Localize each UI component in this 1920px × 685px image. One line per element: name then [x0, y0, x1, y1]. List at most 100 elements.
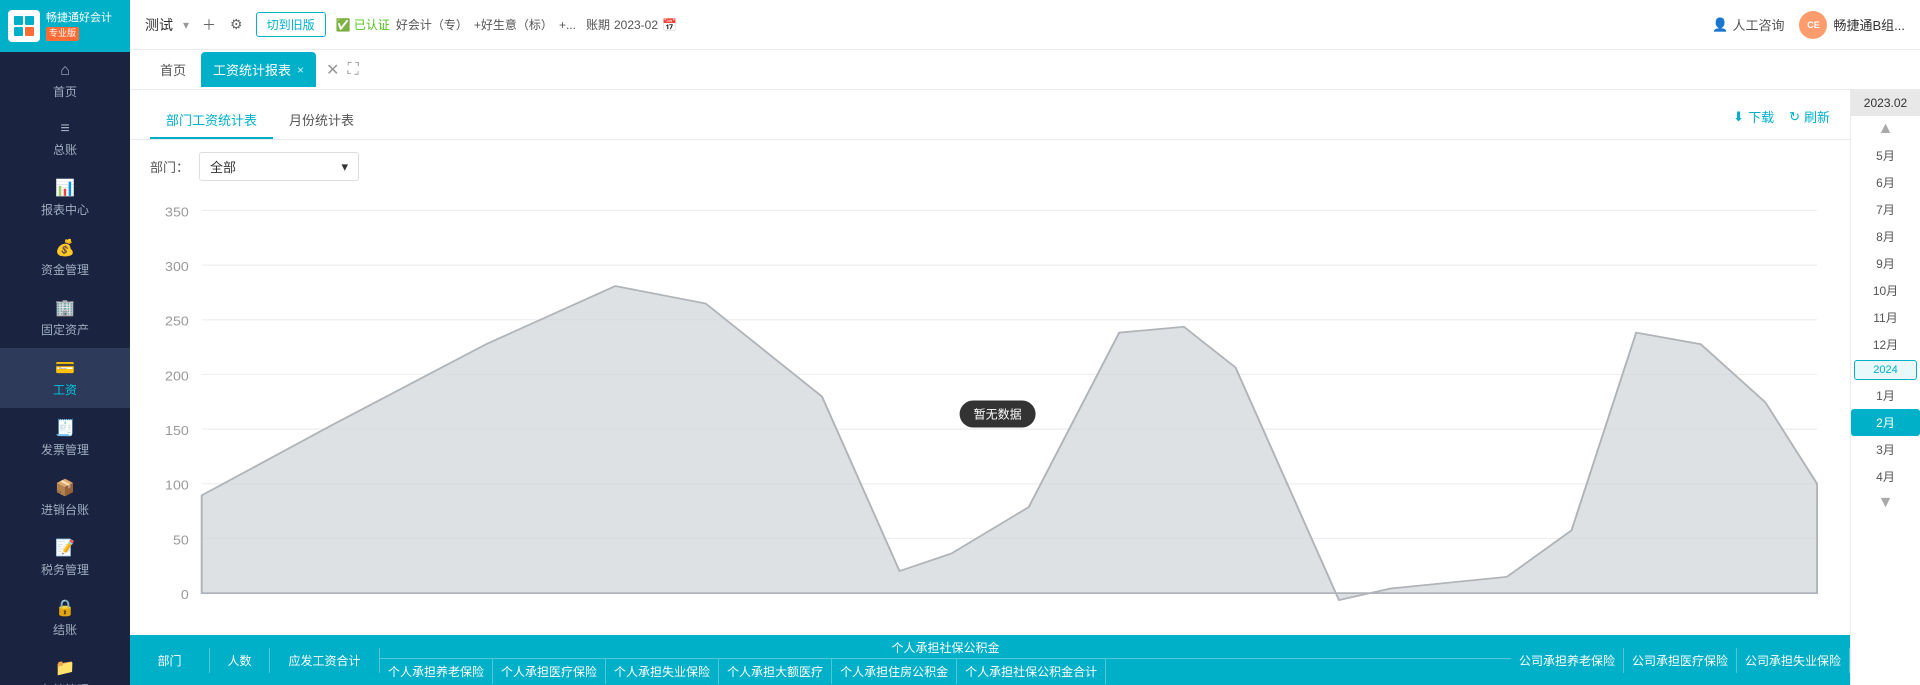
salary-icon: 💳	[55, 358, 75, 378]
sub-tab-actions: ⬇ 下载 ↻ 刷新	[1733, 107, 1830, 134]
header-right: 👤 人工咨询 CE 畅捷通B组...	[1712, 11, 1905, 39]
date-month-5[interactable]: 5月	[1851, 142, 1920, 169]
tab-home[interactable]: 首页	[145, 52, 201, 87]
col-dept: 部门	[130, 648, 210, 673]
badge-more: +...	[559, 18, 576, 32]
archive-icon: 📁	[55, 658, 75, 678]
main-area: 测试 ▾ ＋ ⚙ 切到旧版 ✅ 已认证 好会计（专） +好生意（标） +... …	[130, 0, 1920, 685]
user-menu[interactable]: CE 畅捷通B组...	[1799, 11, 1905, 39]
date-month-3-2024[interactable]: 3月	[1851, 436, 1920, 463]
svg-text:0: 0	[181, 588, 189, 602]
sidebar-item-reports[interactable]: 📊 报表中心	[0, 168, 130, 228]
sidebar-item-sales[interactable]: 📦 进销台账	[0, 468, 130, 528]
sidebar-item-close[interactable]: 🔒 结账	[0, 588, 130, 648]
col-company-pension: 公司承担养老保险	[1511, 648, 1624, 673]
col-personal-unemployment: 个人承担失业保险	[606, 659, 719, 684]
close-account-icon: 🔒	[55, 598, 75, 618]
date-month-12[interactable]: 12月	[1851, 331, 1920, 358]
year-2024-marker[interactable]: 2024	[1854, 360, 1916, 380]
svg-text:50: 50	[173, 533, 189, 547]
add-button[interactable]: ＋	[199, 12, 219, 38]
chart-panel: 部门工资统计表 月份统计表 ⬇ 下载 ↻ 刷新	[130, 90, 1850, 685]
col-personal-medical: 个人承担医疗保险	[493, 659, 606, 684]
date-month-4-2024[interactable]: 4月	[1851, 463, 1920, 490]
calendar-icon[interactable]: 📅	[662, 18, 677, 32]
tab-close-icon[interactable]: ×	[297, 63, 304, 77]
sidebar-item-label: 税务管理	[41, 561, 89, 578]
settings-gear-icon[interactable]: ⚙	[227, 13, 246, 36]
date-month-6[interactable]: 6月	[1851, 169, 1920, 196]
window-controls: ✕ ⛶	[326, 60, 359, 80]
date-month-7[interactable]: 7月	[1851, 196, 1920, 223]
sidebar-item-label: 资金管理	[41, 261, 89, 278]
tab-dept-stats[interactable]: 部门工资统计表	[150, 102, 273, 139]
date-month-8[interactable]: 8月	[1851, 223, 1920, 250]
sidebar-item-label: 首页	[53, 83, 77, 100]
date-nav-up[interactable]: ▲	[1851, 116, 1920, 142]
sidebar-item-label: 归档管理	[41, 681, 89, 685]
header-icons: ＋ ⚙	[199, 12, 246, 38]
close-window-icon[interactable]: ✕	[326, 60, 339, 80]
help-icon: 👤	[1712, 17, 1728, 33]
sales-icon: 📦	[55, 478, 75, 498]
chart-area: 350 300 250 200 150 100 50 0	[130, 193, 1850, 635]
reports-icon: 📊	[55, 178, 75, 198]
period-info: 账期 2023-02 📅	[586, 16, 677, 33]
sidebar-item-invoice[interactable]: 🧾 发票管理	[0, 408, 130, 468]
filter-row: 部门： 全部 ▾	[130, 140, 1850, 193]
col-personal-major-medical: 个人承担大额医疗	[719, 659, 832, 684]
sidebar-item-assets[interactable]: 🏢 固定资产	[0, 288, 130, 348]
sidebar-item-funds[interactable]: 💰 资金管理	[0, 228, 130, 288]
sidebar-item-ledger[interactable]: ≡ 总账	[0, 110, 130, 168]
company-dropdown-arrow[interactable]: ▾	[183, 18, 189, 32]
user-name: 畅捷通B组...	[1833, 15, 1905, 34]
svg-text:250: 250	[165, 314, 189, 328]
date-month-1-2024[interactable]: 1月	[1851, 382, 1920, 409]
filter-label: 部门：	[150, 157, 189, 176]
sidebar-item-archive[interactable]: 📁 归档管理	[0, 648, 130, 685]
logo-icon	[8, 10, 40, 42]
header: 测试 ▾ ＋ ⚙ 切到旧版 ✅ 已认证 好会计（专） +好生意（标） +... …	[130, 0, 1920, 50]
tab-salary-report[interactable]: 工资统计报表 ×	[201, 52, 316, 87]
sidebar: 畅捷通好会计 专业版 ⌂ 首页 ≡ 总账 📊 报表中心 💰 资金管理 🏢 固定资…	[0, 0, 130, 685]
ledger-icon: ≡	[60, 120, 69, 138]
sidebar-item-label: 工资	[53, 381, 77, 398]
content-area: 部门工资统计表 月份统计表 ⬇ 下载 ↻ 刷新	[130, 90, 1920, 685]
date-month-9[interactable]: 9月	[1851, 250, 1920, 277]
sidebar-item-tax[interactable]: 📝 税务管理	[0, 528, 130, 588]
maximize-icon[interactable]: ⛶	[347, 61, 358, 79]
chevron-down-icon: ▾	[341, 159, 348, 175]
department-select[interactable]: 全部 ▾	[199, 152, 359, 181]
tabs-bar: 首页 工资统计报表 × ✕ ⛶	[130, 50, 1920, 90]
company-name: 测试	[145, 15, 173, 35]
refresh-button[interactable]: ↻ 刷新	[1789, 107, 1830, 126]
svg-text:150: 150	[165, 424, 189, 438]
date-month-2-2024[interactable]: 2月	[1851, 409, 1920, 436]
sidebar-menu: ⌂ 首页 ≡ 总账 📊 报表中心 💰 资金管理 🏢 固定资产 💳 工资 🧾 发票…	[0, 52, 130, 685]
home-icon: ⌂	[60, 62, 70, 80]
sub-tabs: 部门工资统计表 月份统计表 ⬇ 下载 ↻ 刷新	[130, 90, 1850, 140]
area-chart: 350 300 250 200 150 100 50 0	[150, 193, 1830, 635]
svg-text:100: 100	[165, 478, 189, 492]
tab-month-stats[interactable]: 月份统计表	[273, 102, 370, 139]
svg-text:200: 200	[165, 369, 189, 383]
header-badges: ✅ 已认证 好会计（专） +好生意（标） +...	[336, 16, 576, 33]
col-company-unemployment: 公司承担失业保险	[1737, 648, 1850, 673]
date-month-10[interactable]: 10月	[1851, 277, 1920, 304]
date-month-11[interactable]: 11月	[1851, 304, 1920, 331]
switch-version-button[interactable]: 切到旧版	[256, 12, 326, 37]
sidebar-item-salary[interactable]: 💳 工资	[0, 348, 130, 408]
download-button[interactable]: ⬇ 下载	[1733, 107, 1774, 126]
invoice-icon: 🧾	[55, 418, 75, 438]
select-value: 全部	[210, 157, 236, 176]
date-nav-down[interactable]: ▼	[1851, 490, 1920, 516]
help-button[interactable]: 👤 人工咨询	[1712, 15, 1784, 34]
col-company-medical: 公司承担医疗保险	[1624, 648, 1737, 673]
sidebar-item-label: 结账	[53, 621, 77, 638]
col-personal-housing: 个人承担住房公积金	[832, 659, 957, 684]
sidebar-item-home[interactable]: ⌂ 首页	[0, 52, 130, 110]
sidebar-item-label: 总账	[53, 141, 77, 158]
col-personal-pension: 个人承担养老保险	[380, 659, 493, 684]
sidebar-item-label: 发票管理	[41, 441, 89, 458]
tab-label: 工资统计报表	[213, 60, 291, 79]
